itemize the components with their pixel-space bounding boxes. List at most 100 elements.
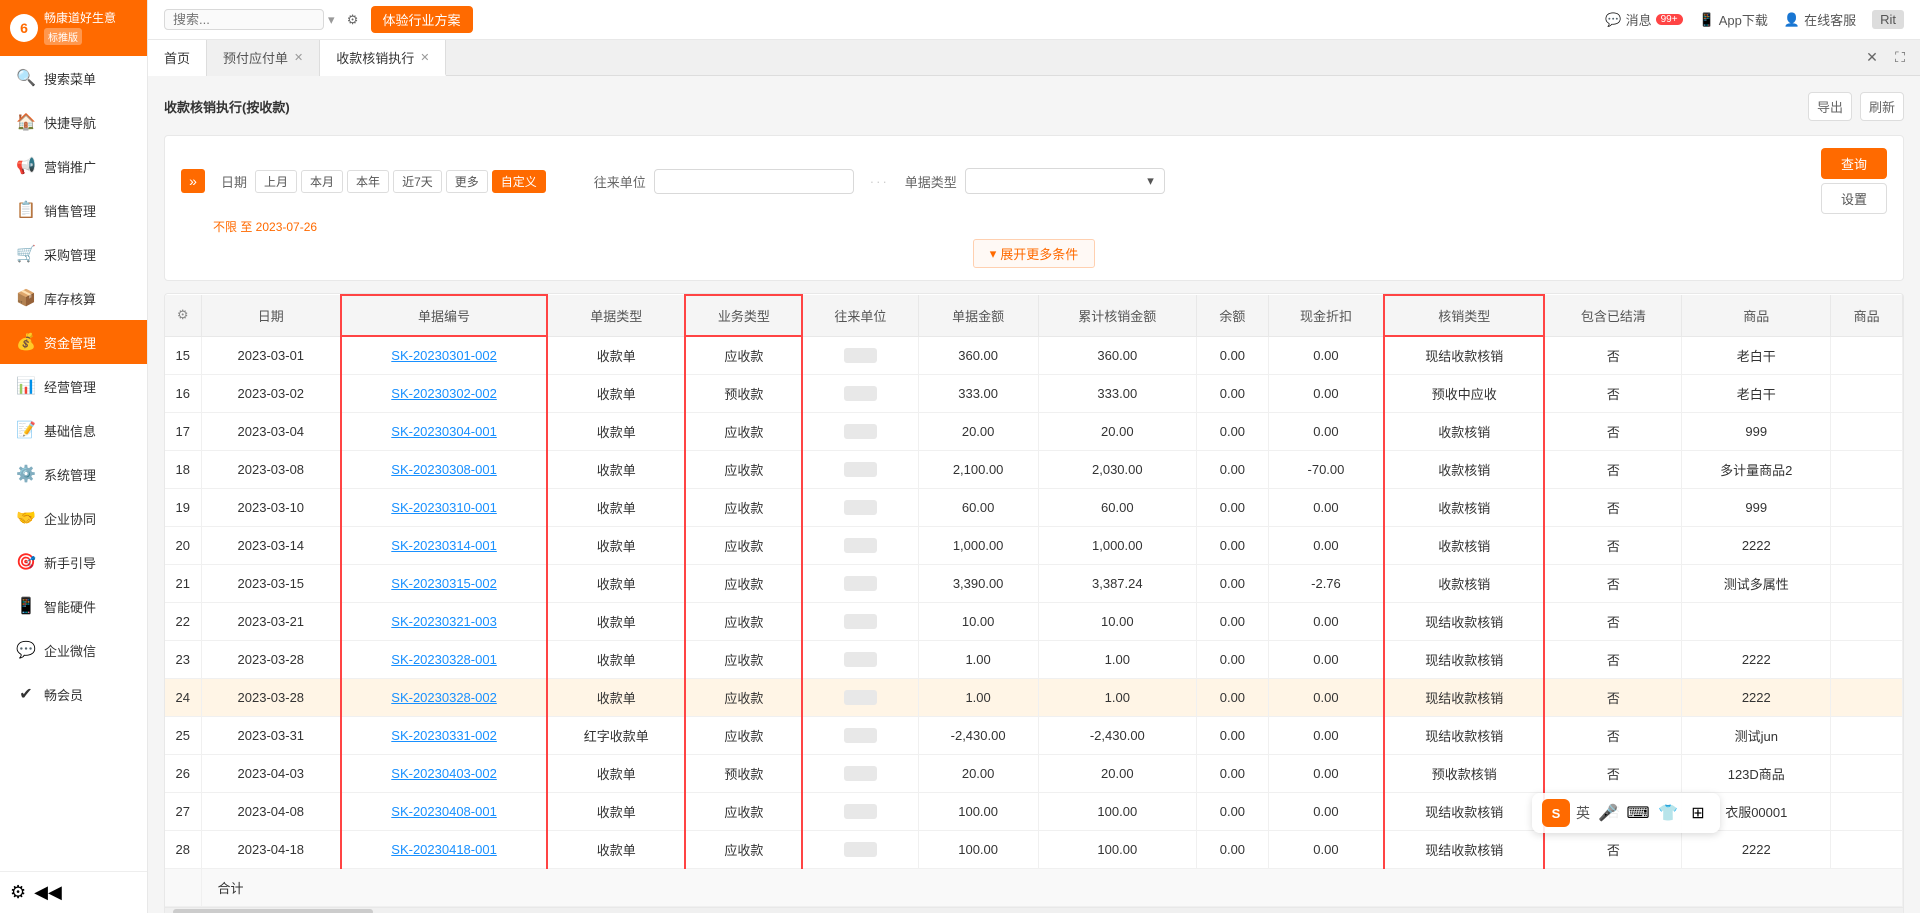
tab-collection-writeoff[interactable]: 收款核销执行 ✕ [320,40,446,76]
voucher-link[interactable]: SK-20230301-002 [391,348,497,363]
voucher-link[interactable]: SK-20230310-001 [391,500,497,515]
sidebar-item-sales[interactable]: 📋 销售管理 [0,188,147,232]
cell-date: 2023-04-03 [201,755,341,793]
date-btn-this-year[interactable]: 本年 [347,170,389,193]
topbar-search-input[interactable] [164,9,324,30]
sidebar-item-purchase[interactable]: 🛒 采购管理 [0,232,147,276]
voucher-link[interactable]: SK-20230403-002 [391,766,497,781]
query-button[interactable]: 查询 [1821,148,1887,179]
cell-voucher-no: SK-20230315-002 [341,565,547,603]
keyboard-icon[interactable]: ⌨ [1626,801,1650,825]
topbar: ▾ ⚙ 体验行业方案 💬 消息 99+ 📱 App下载 👤 在线客服 Rit [148,0,1920,40]
table-scrollbar[interactable] [165,907,1903,913]
cell-amount: -2,430.00 [918,717,1038,755]
voucher-link[interactable]: SK-20230418-001 [391,842,497,857]
date-btn-last-month[interactable]: 上月 [255,170,297,193]
cell-partner [802,755,918,793]
online-service-btn[interactable]: 👤 在线客服 [1784,10,1856,29]
cell-partner [802,793,918,831]
tab-home[interactable]: 首页 [148,40,207,76]
sidebar-item-finance[interactable]: 💰 资金管理 [0,320,147,364]
sidebar-item-inventory[interactable]: 📦 库存核算 [0,276,147,320]
voucher-type-select[interactable]: ▾ [965,168,1165,194]
voucher-link[interactable]: SK-20230314-001 [391,538,497,553]
cell-cash-discount: -2.76 [1268,565,1384,603]
date-btn-more[interactable]: 更多 [446,170,488,193]
date-btn-last-7-days[interactable]: 近7天 [393,170,442,193]
settings-button[interactable]: 设置 [1821,183,1887,214]
voucher-link[interactable]: SK-20230408-001 [391,804,497,819]
sidebar-item-system[interactable]: ⚙️ 系统管理 [0,452,147,496]
cell-amount: 1,000.00 [918,527,1038,565]
voucher-link[interactable]: SK-20230315-002 [391,576,497,591]
sidebar-item-basics[interactable]: 📝 基础信息 [0,408,147,452]
column-settings-icon[interactable]: ⚙ [177,307,189,322]
sidebar-item-corp[interactable]: 🤝 企业协同 [0,496,147,540]
partner-input[interactable] [654,169,854,194]
table-row: 15 2023-03-01 SK-20230301-002 收款单 应收款 36… [165,336,1903,375]
cell-voucher-type: 收款单 [547,336,685,375]
scroll-thumb[interactable] [173,909,373,913]
cell-include-settled: 否 [1544,336,1682,375]
voucher-link[interactable]: SK-20230321-003 [391,614,497,629]
cell-voucher-no: SK-20230403-002 [341,755,547,793]
page-content: 收款核销执行(按收款) 导出 刷新 » 日期 上月 本月 本年 [148,76,1920,913]
sidebar-item-operations[interactable]: 📊 经营管理 [0,364,147,408]
tab-collection-close[interactable]: ✕ [420,51,429,64]
messages-btn[interactable]: 💬 消息 99+ [1605,10,1682,29]
sales-icon: 📋 [16,200,36,220]
cell-seq: 19 [165,489,201,527]
shirt-icon[interactable]: 👕 [1656,801,1680,825]
tab-prepay-close[interactable]: ✕ [294,51,303,64]
sidebar-item-guide[interactable]: 🎯 新手引导 [0,540,147,584]
cell-voucher-no: SK-20230418-001 [341,831,547,869]
voucher-link[interactable]: SK-20230328-002 [391,690,497,705]
cell-balance: 0.00 [1197,527,1269,565]
cell-biz-type: 应收款 [685,565,802,603]
voucher-link[interactable]: SK-20230302-002 [391,386,497,401]
sidebar-item-wechat[interactable]: 💬 企业微信 [0,628,147,672]
sidebar-item-quick-nav[interactable]: 🏠 快捷导航 [0,100,147,144]
date-btn-custom[interactable]: 自定义 [492,170,546,193]
tab-close-btn[interactable]: ✕ [1860,46,1884,70]
date-btn-this-month[interactable]: 本月 [301,170,343,193]
voucher-link[interactable]: SK-20230331-002 [391,728,497,743]
cell-date: 2023-04-18 [201,831,341,869]
cell-date: 2023-03-04 [201,413,341,451]
sidebar-item-hardware[interactable]: 📱 智能硬件 [0,584,147,628]
cell-date: 2023-03-31 [201,717,341,755]
voucher-link[interactable]: SK-20230304-001 [391,424,497,439]
mic-icon[interactable]: 🎤 [1596,801,1620,825]
solution-button[interactable]: 体验行业方案 [371,6,473,33]
tab-fullscreen-btn[interactable]: ⛶ [1888,46,1912,70]
cell-amount: 100.00 [918,831,1038,869]
cell-seq: 23 [165,641,201,679]
voucher-link[interactable]: SK-20230328-001 [391,652,497,667]
th-partner: 往来单位 [802,295,918,336]
expand-conditions-btn[interactable]: ▾ 展开更多条件 [973,239,1096,268]
cell-goods1: 测试多属性 [1682,565,1831,603]
tab-prepay-list[interactable]: 预付应付单 ✕ [207,40,320,76]
sidebar-item-marketing[interactable]: 📢 营销推广 [0,144,147,188]
refresh-button[interactable]: 刷新 [1860,92,1904,121]
cell-writeoff-type: 收款核销 [1384,451,1544,489]
filter-expand-icon[interactable]: » [181,169,205,193]
cell-seq: 28 [165,831,201,869]
cell-date: 2023-03-08 [201,451,341,489]
cell-voucher-type: 收款单 [547,375,685,413]
topbar-right: 💬 消息 99+ 📱 App下载 👤 在线客服 Rit [1605,10,1904,29]
collapse-icon[interactable]: ◀◀ [34,882,62,903]
topbar-dropdown-icon[interactable]: ▾ [328,12,335,28]
settings-icon[interactable]: ⚙ [10,882,26,903]
cell-partner [802,641,918,679]
app-download-btn[interactable]: 📱 App下载 [1699,10,1768,29]
message-icon: 💬 [1605,12,1621,28]
user-avatar[interactable]: Rit [1872,10,1904,29]
voucher-link[interactable]: SK-20230308-001 [391,462,497,477]
export-button[interactable]: 导出 [1808,92,1852,121]
topbar-gear-btn[interactable]: ⚙ [339,6,367,34]
grid-icon[interactable]: ⊞ [1686,801,1710,825]
sidebar-item-vip[interactable]: ✔ 畅会员 [0,672,147,716]
sidebar-item-search[interactable]: 🔍 搜索菜单 [0,56,147,100]
cell-partner [802,413,918,451]
